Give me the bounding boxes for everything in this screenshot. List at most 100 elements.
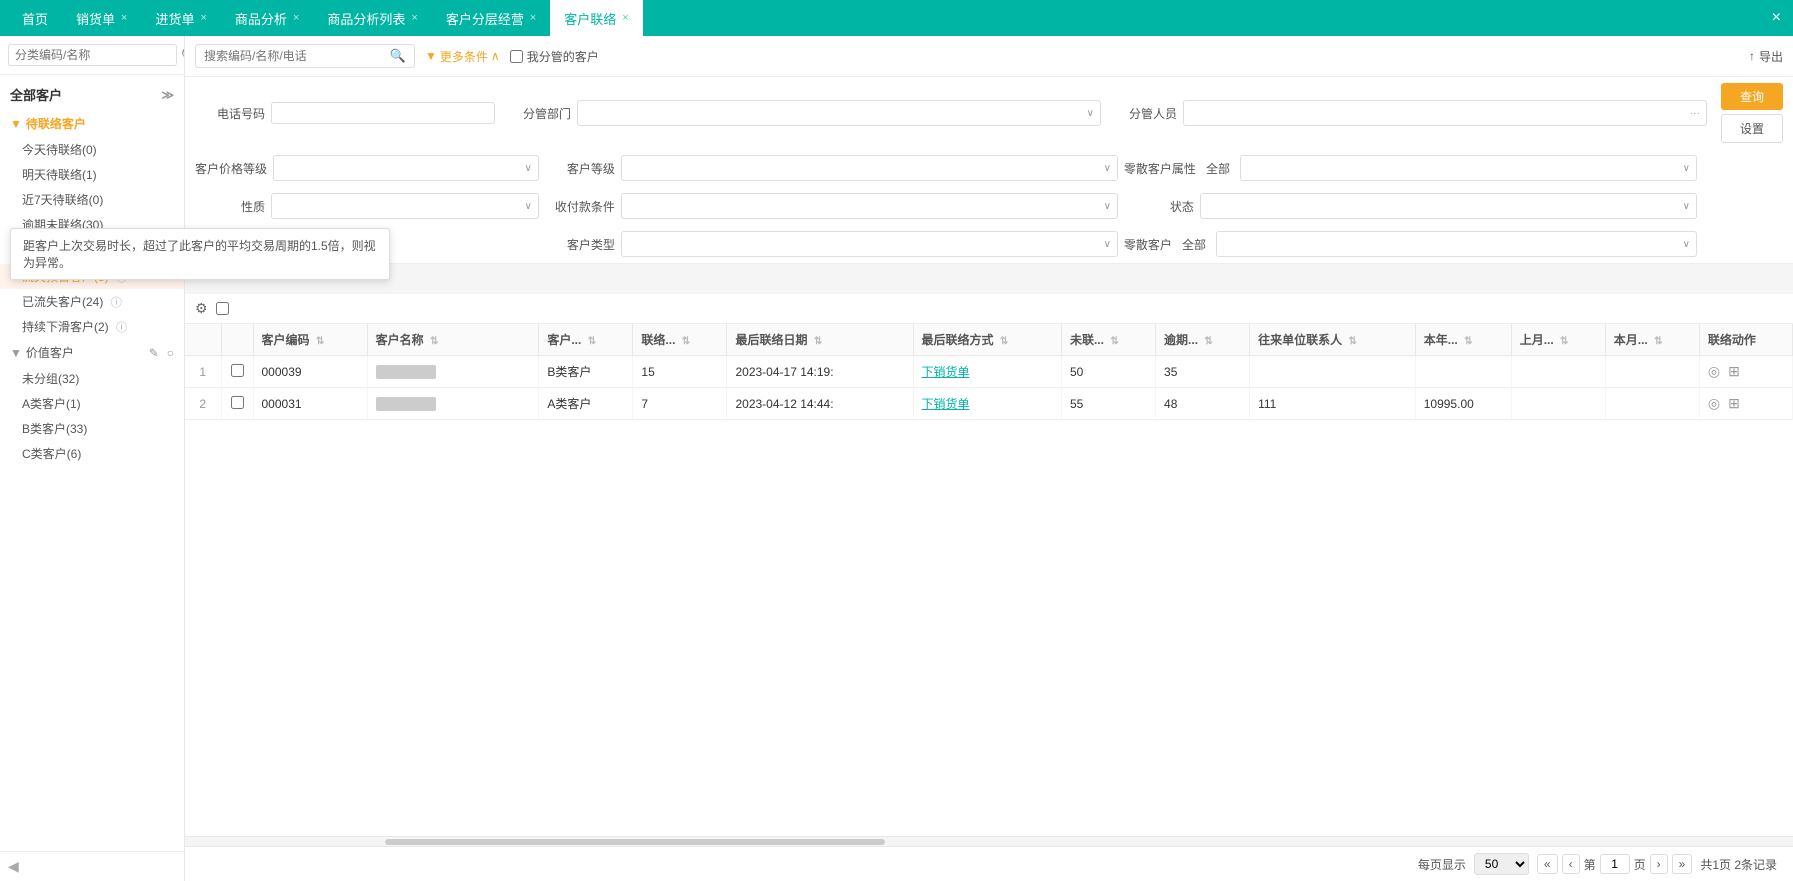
filter-nature-label: 性质 <box>195 198 265 215</box>
filter-status-chevron-icon: ∨ <box>1683 201 1690 212</box>
cell-contact-1: 15 <box>633 356 727 388</box>
action-more-icon-2[interactable]: ⊞ <box>1728 395 1740 412</box>
cell-unit-contact-1 <box>1250 356 1416 388</box>
action-view-icon-1[interactable]: ◎ <box>1708 363 1720 380</box>
sidebar-left-arrow-icon[interactable]: ◀ <box>8 858 19 875</box>
col-contact-count: 联络... ⇅ <box>633 324 727 356</box>
sidebar-item-tomorrow-contact[interactable]: 明天待联络(1) <box>0 162 184 187</box>
nav-product-analysis[interactable]: 商品分析 × <box>221 0 313 36</box>
sidebar-item-c-class[interactable]: C类客户(6) <box>0 441 184 466</box>
close-purchase-order-icon[interactable]: × <box>200 12 206 24</box>
cell-overdue-1: 35 <box>1156 356 1250 388</box>
filter-retail-attr-select[interactable]: ∨ <box>1240 155 1697 181</box>
sidebar-item-today-contact[interactable]: 今天待联络(0) <box>0 137 184 162</box>
filter-action-buttons: 查询 设置 <box>1721 83 1783 143</box>
sidebar-item-declining[interactable]: 持续下滑客户(2) ⓘ <box>0 314 184 339</box>
sidebar-add-icon[interactable]: ○ <box>167 346 174 360</box>
table-wrapper[interactable]: 客户编码 ⇅ 客户名称 ⇅ 客户... ⇅ <box>185 324 1793 836</box>
filter-cust-type-select[interactable]: ∨ <box>621 231 1118 257</box>
nav-home[interactable]: 首页 <box>8 0 62 36</box>
sidebar-item-7day-contact[interactable]: 近7天待联络(0) <box>0 187 184 212</box>
filter-price-grade-select[interactable]: ∨ <box>273 155 539 181</box>
query-button[interactable]: 查询 <box>1721 83 1783 110</box>
filter-row-3: 性质 ∨ 收付款条件 ∨ 状态 <box>185 187 1793 225</box>
filter-status-select[interactable]: ∨ <box>1200 193 1697 219</box>
action-view-icon-2[interactable]: ◎ <box>1708 395 1720 412</box>
filter-payment-select[interactable]: ∨ <box>621 193 1118 219</box>
sidebar-edit-icon[interactable]: ✎ <box>149 346 159 360</box>
cell-last-method-2[interactable]: 下销货单 <box>913 388 1061 420</box>
cell-check-2[interactable] <box>221 388 253 420</box>
first-page-button[interactable]: « <box>1537 854 1558 874</box>
row-checkbox-2[interactable] <box>231 396 244 409</box>
my-customers-checkbox[interactable] <box>510 50 523 63</box>
nav-sales-order[interactable]: 销货单 × <box>62 0 141 36</box>
sidebar-section-value-customer[interactable]: ▼ 价值客户 ✎ ○ <box>0 339 184 366</box>
filter-search-icon[interactable]: 🔍 <box>390 48 406 64</box>
sidebar-item-lost-customers[interactable]: 已流失客户(24) ⓘ <box>0 289 184 314</box>
sidebar-all-customers[interactable]: 全部客户 ≫ <box>0 79 184 110</box>
page-number-input[interactable] <box>1600 854 1630 874</box>
close-all-tabs-button[interactable]: × <box>1772 9 1781 27</box>
filter-search-input[interactable] <box>204 49 390 63</box>
col-name: 客户名称 ⇅ <box>367 324 539 356</box>
row-checkbox-1[interactable] <box>231 364 244 377</box>
filter-search-box: 🔍 <box>195 44 415 68</box>
more-conditions-button[interactable]: ▼ 更多条件 ∧ <box>425 48 500 65</box>
last-page-button[interactable]: » <box>1672 854 1693 874</box>
page-size-select[interactable]: 50 20 100 <box>1474 853 1529 875</box>
col-thismonth-sort-icon[interactable]: ⇅ <box>1654 336 1662 347</box>
sidebar-item-a-class[interactable]: A类客户(1) <box>0 391 184 416</box>
col-this-year: 本年... ⇅ <box>1415 324 1511 356</box>
filter-manager-label: 分管人员 <box>1107 105 1177 122</box>
nav-product-analysis-list[interactable]: 商品分析列表 × <box>313 0 431 36</box>
cell-last-method-1[interactable]: 下销货单 <box>913 356 1061 388</box>
filter-dept-select[interactable]: ∨ <box>577 100 1101 126</box>
filter-retail-attr-all-label: 全部 <box>1206 160 1230 177</box>
filter-retail-cust-select[interactable]: ∨ <box>1216 231 1697 257</box>
cell-last-date-1: 2023-04-17 14:19: <box>727 356 913 388</box>
nav-purchase-order[interactable]: 进货单 × <box>141 0 220 36</box>
col-last-date-sort-icon[interactable]: ⇅ <box>814 336 822 347</box>
close-customer-layering-icon[interactable]: × <box>530 12 536 24</box>
close-sales-order-icon[interactable]: × <box>121 12 127 24</box>
col-type-sort-icon[interactable]: ⇅ <box>588 336 596 347</box>
filter-nature-select[interactable]: ∨ <box>271 193 539 219</box>
table-select-all-checkbox[interactable] <box>216 302 229 315</box>
sidebar-collapse-icon[interactable]: ≫ <box>161 88 174 102</box>
col-unit-sort-icon[interactable]: ⇅ <box>1348 336 1356 347</box>
next-page-button[interactable]: › <box>1650 854 1668 874</box>
cell-check-1[interactable] <box>221 356 253 388</box>
close-product-analysis-icon[interactable]: × <box>293 12 299 24</box>
close-product-analysis-list-icon[interactable]: × <box>411 12 417 24</box>
col-overdue-sort-icon[interactable]: ⇅ <box>1204 336 1212 347</box>
col-code-sort-icon[interactable]: ⇅ <box>316 336 324 347</box>
filter-retail-attr-label: 零散客户属性 <box>1124 160 1196 177</box>
nav-customer-layering[interactable]: 客户分层经营 × <box>432 0 550 36</box>
sidebar-search-input[interactable] <box>8 44 177 66</box>
last-method-link-1[interactable]: 下销货单 <box>922 365 970 379</box>
filter-cust-grade-chevron-icon: ∨ <box>1104 163 1111 174</box>
filter-phone-input[interactable] <box>271 102 495 124</box>
scrollbar-thumb[interactable] <box>385 839 885 845</box>
close-customer-contact-icon[interactable]: × <box>622 12 628 24</box>
nav-customer-contact[interactable]: 客户联络 × <box>550 0 642 36</box>
sidebar-item-b-class[interactable]: B类客户(33) <box>0 416 184 441</box>
col-lastmonth-sort-icon[interactable]: ⇅ <box>1560 336 1568 347</box>
last-method-link-2[interactable]: 下销货单 <box>922 397 970 411</box>
action-more-icon-1[interactable]: ⊞ <box>1728 363 1740 380</box>
col-last-method-sort-icon[interactable]: ⇅ <box>1000 336 1008 347</box>
settings-button[interactable]: 设置 <box>1721 114 1783 143</box>
col-contact-sort-icon[interactable]: ⇅ <box>682 336 690 347</box>
export-button[interactable]: ↑ 导出 <box>1749 48 1783 65</box>
col-uncontacted-sort-icon[interactable]: ⇅ <box>1110 336 1118 347</box>
filter-cust-grade-select[interactable]: ∨ <box>621 155 1118 181</box>
sidebar-item-ungroup[interactable]: 未分组(32) <box>0 366 184 391</box>
prev-page-button[interactable]: ‹ <box>1562 854 1580 874</box>
horizontal-scrollbar[interactable] <box>185 836 1793 846</box>
col-year-sort-icon[interactable]: ⇅ <box>1464 336 1472 347</box>
filter-manager-select[interactable]: ··· <box>1183 100 1707 126</box>
table-gear-icon[interactable]: ⚙ <box>195 300 208 317</box>
col-name-sort-icon[interactable]: ⇅ <box>430 336 438 347</box>
sidebar-section-pending-contact[interactable]: ▼ 待联络客户 <box>0 110 184 137</box>
